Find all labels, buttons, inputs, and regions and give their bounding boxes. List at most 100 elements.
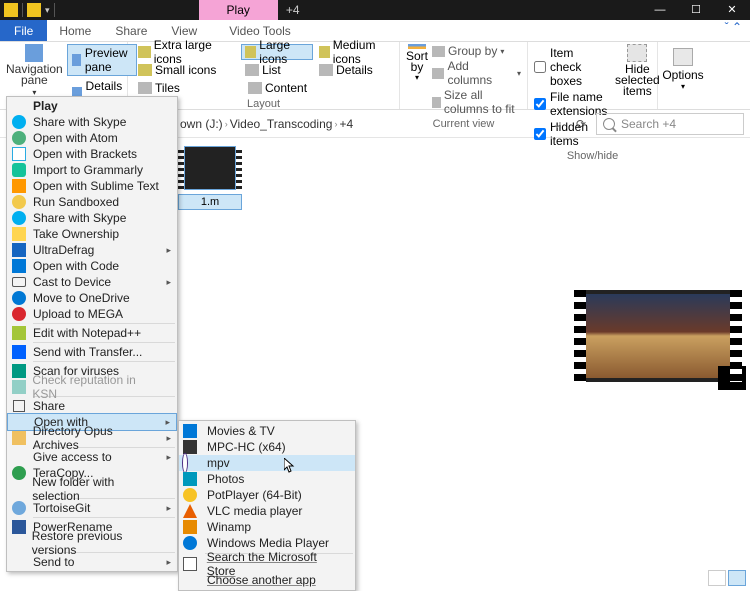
atom-icon [12,131,26,145]
kaspersky-icon [12,380,26,394]
search-placeholder: Search +4 [621,117,676,131]
quick-access-toolbar: ▾ [0,3,59,17]
sort-by-button[interactable]: Sort by▾ [406,44,428,82]
ribbon-help-icon[interactable]: ˇ ⌃ [717,20,750,41]
openwith-mpc[interactable]: MPC-HC (x64) [179,439,355,455]
breadcrumb-folder[interactable]: Video_Transcoding [230,117,333,131]
close-button[interactable]: ✕ [714,0,750,20]
openwith-potplayer[interactable]: PotPlayer (64-Bit) [179,487,355,503]
openwith-mpv[interactable]: mpv [179,455,355,471]
separator [33,361,175,362]
dropdown-icon: ▾ [517,69,521,78]
menu-share-skype[interactable]: Share with Skype [7,114,177,130]
contextual-tab-play[interactable]: Play [199,0,278,20]
menu-dopus[interactable]: Directory Opus Archives▸ [7,430,177,446]
menu-cast[interactable]: Cast to Device▸ [7,274,177,290]
menu-label: Open with Sublime Text [33,179,159,193]
chevron-right-icon[interactable]: › [225,119,228,129]
blank-icon [11,536,26,550]
openwith-winamp[interactable]: Winamp [179,519,355,535]
layout-icon [245,46,256,58]
openwith-ms-store[interactable]: Search the Microsoft Store [179,556,355,572]
view-thumbnails-button[interactable] [728,570,746,586]
menu-mega[interactable]: Upload to MEGA [7,306,177,322]
view-tiles[interactable]: Tiles [134,80,242,96]
checkbox[interactable] [534,98,546,110]
dropdown-icon: ▾ [415,73,419,82]
group-by-button[interactable]: Group by ▾ [432,44,521,58]
qat-dropdown-icon[interactable]: ▾ [45,5,50,16]
menu-open-code[interactable]: Open with Code [7,258,177,274]
menu-share[interactable]: Share [7,398,177,414]
size-columns-icon [432,97,441,108]
openwith-wmp[interactable]: Windows Media Player [179,535,355,551]
menu-notepad-plus[interactable]: Edit with Notepad++ [7,325,177,341]
chevron-right-icon[interactable]: › [334,119,337,129]
menu-label: Take Ownership [33,227,119,241]
view-details[interactable]: Details [315,62,393,78]
menu-send-to[interactable]: Send to▸ [7,554,177,570]
tab-home[interactable]: Home [47,20,103,41]
openwith-vlc[interactable]: VLC media player [179,503,355,519]
refresh-button[interactable]: ⟳ [570,117,592,131]
blank-icon [11,450,27,464]
layout-icon [245,64,259,76]
add-columns-button[interactable]: Add columns ▾ [432,59,521,87]
size-columns-button[interactable]: Size all columns to fit [432,88,521,116]
menu-open-brackets[interactable]: Open with Brackets [7,146,177,162]
menu-play[interactable]: Play [7,98,177,114]
preview-pane-button[interactable]: Preview pane [67,44,138,76]
dopus-icon [12,431,26,445]
menu-give-access[interactable]: Give access to▸ [7,449,177,465]
menu-restore-versions[interactable]: Restore previous versions [7,535,177,551]
menu-sandboxed[interactable]: Run Sandboxed [7,194,177,210]
menu-transfer[interactable]: Send with Transfer... [7,344,177,360]
tab-share[interactable]: Share [103,20,159,41]
view-extra-large-icons[interactable]: Extra large icons [134,44,239,60]
breadcrumb-current[interactable]: +4 [339,117,353,131]
menu-share-skype-2[interactable]: Share with Skype [7,210,177,226]
menu-tortoisegit[interactable]: TortoiseGit▸ [7,500,177,516]
file-name: 1.m [178,194,242,210]
menu-label: Movies & TV [207,424,275,438]
openwith-movies-tv[interactable]: Movies & TV [179,423,355,439]
ultradefrag-icon [12,243,26,257]
menu-label: Open with Brackets [33,147,137,161]
search-box[interactable]: Search +4 [596,113,744,135]
preview-pane-thumbnail [574,290,742,382]
vscode-icon [12,259,26,273]
breadcrumb-drive[interactable]: own (J:) [180,117,223,131]
address-dropdown[interactable]: ⌄ [548,117,566,131]
view-large-icons[interactable]: Large icons [241,44,313,60]
window-title: +4 [278,3,308,17]
menu-ultradefrag[interactable]: UltraDefrag▸ [7,242,177,258]
view-medium-icons[interactable]: Medium icons [315,44,393,60]
item-checkboxes-toggle[interactable]: Item check boxes [534,46,607,88]
openwith-photos[interactable]: Photos [179,471,355,487]
view-list[interactable]: List [241,62,313,78]
menu-sublime[interactable]: Open with Sublime Text [7,178,177,194]
menu-new-folder-selection[interactable]: New folder with selection [7,481,177,497]
layout-label: Small icons [155,63,216,77]
options-icon[interactable] [673,48,693,66]
menu-open-atom[interactable]: Open with Atom [7,130,177,146]
chevron-right-icon: ▸ [166,452,171,463]
preview-pane-label: Preview pane [85,46,133,74]
menu-grammarly[interactable]: Import to Grammarly [7,162,177,178]
menu-take-ownership[interactable]: Take Ownership [7,226,177,242]
layout-label: Details [336,63,373,77]
menu-label: Photos [207,472,244,486]
menu-label: Open with Atom [33,131,118,145]
file-item[interactable]: 1.m [178,146,242,210]
layout-icon [138,46,151,58]
view-details-button[interactable] [708,570,726,586]
maximize-button[interactable]: ☐ [678,0,714,20]
group-icon [432,46,445,57]
view-small-icons[interactable]: Small icons [134,62,239,78]
checkbox[interactable] [534,61,546,73]
menu-label: Cast to Device [33,275,111,289]
view-content[interactable]: Content [244,80,318,96]
tab-file[interactable]: File [0,20,47,41]
minimize-button[interactable]: — [642,0,678,20]
menu-onedrive[interactable]: Move to OneDrive [7,290,177,306]
